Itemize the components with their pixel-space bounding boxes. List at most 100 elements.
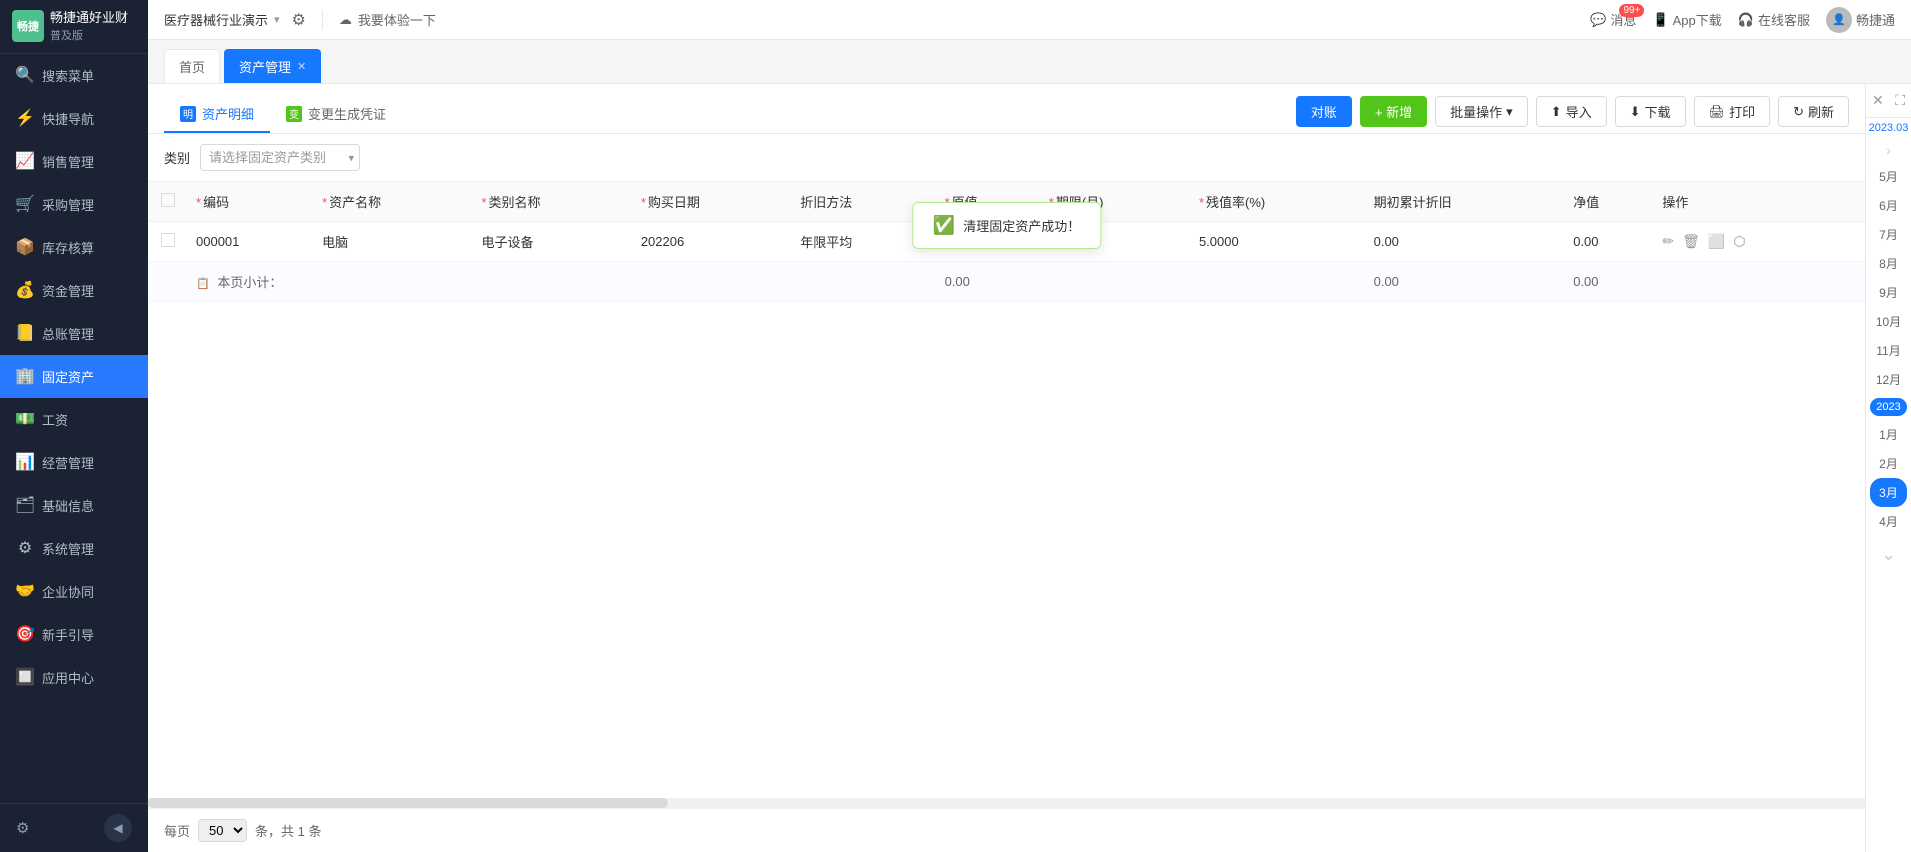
finance-icon: 💰 bbox=[16, 281, 34, 299]
sidebar-item-operations[interactable]: 📊 经营管理 bbox=[0, 441, 148, 484]
month-jun[interactable]: 6月 bbox=[1866, 191, 1911, 220]
sidebar-item-system[interactable]: ⚙ 系统管理 bbox=[0, 527, 148, 570]
sidebar-item-inventory[interactable]: 📦 库存核算 bbox=[0, 226, 148, 269]
basic-info-icon: 🗂 bbox=[16, 496, 34, 514]
subtab-asset-detail[interactable]: 明 资产明细 bbox=[164, 96, 270, 133]
online-service-button[interactable]: 🎧 在线客服 bbox=[1738, 10, 1810, 29]
row-initial-depreciation: 0.00 bbox=[1366, 222, 1566, 262]
month-nov[interactable]: 11月 bbox=[1866, 336, 1911, 365]
horizontal-scrollbar[interactable] bbox=[148, 798, 1865, 808]
sidebar-item-finance[interactable]: 💰 资金管理 bbox=[0, 269, 148, 312]
row-category: 电子设备 bbox=[473, 222, 632, 262]
print-button[interactable]: 🖨 打印 bbox=[1694, 96, 1771, 127]
month-oct[interactable]: 10月 bbox=[1866, 307, 1911, 336]
collapse-sidebar-button[interactable]: ◀ bbox=[104, 814, 132, 842]
select-all-checkbox[interactable] bbox=[161, 193, 175, 207]
th-initial-depreciation: 期初累计折旧 bbox=[1366, 182, 1566, 222]
th-residual-rate: 残值率(%) bbox=[1191, 182, 1366, 222]
sidebar-item-enterprise[interactable]: 🤝 企业协同 bbox=[0, 570, 148, 613]
topbar-right: 💬 消息 99+ 📱 App下载 🎧 在线客服 👤 畅捷通 bbox=[1590, 7, 1895, 33]
batch-button[interactable]: 批量操作 ▾ bbox=[1435, 96, 1528, 127]
logo-text-group: 畅捷通好业财 普及版 bbox=[50, 10, 128, 43]
user-avatar: 👤 bbox=[1826, 7, 1852, 33]
search-icon: 🔍 bbox=[16, 66, 34, 84]
refresh-label: 刷新 bbox=[1808, 102, 1834, 121]
app-download-button[interactable]: 📱 App下载 bbox=[1652, 10, 1721, 29]
scrollbar-thumb[interactable] bbox=[148, 798, 668, 808]
import-button[interactable]: ⬆ 导入 bbox=[1536, 96, 1607, 127]
sidebar-item-app-center[interactable]: 🔲 应用中心 bbox=[0, 656, 148, 699]
toast-success-icon: ✅ bbox=[933, 215, 955, 236]
pagination: 每页 50 条，共 1 条 bbox=[148, 808, 1865, 852]
tab-asset-management[interactable]: 资产管理 ✕ bbox=[224, 49, 321, 83]
download-button[interactable]: ⬇ 下载 bbox=[1615, 96, 1686, 127]
content-area: 明 资产明细 变 变更生成凭证 对账 + 新增 批量操作 ▾ ⬆ bbox=[148, 84, 1911, 852]
sidebar-item-basic-info[interactable]: 🗂 基础信息 bbox=[0, 484, 148, 527]
user-profile[interactable]: 👤 畅捷通 bbox=[1826, 7, 1895, 33]
message-icon: 💬 bbox=[1590, 12, 1606, 28]
th-operations: 操作 bbox=[1654, 182, 1865, 222]
sidebar-item-sales[interactable]: 📈 销售管理 bbox=[0, 140, 148, 183]
month-aug[interactable]: 8月 bbox=[1866, 249, 1911, 278]
add-button[interactable]: + 新增 bbox=[1360, 96, 1427, 127]
settings-icon[interactable]: ⚙ bbox=[16, 819, 29, 837]
topbar-settings-icon[interactable]: ⚙ bbox=[292, 10, 306, 30]
th-net-value: 净值 bbox=[1565, 182, 1654, 222]
operations-icon: 📊 bbox=[16, 453, 34, 471]
more-icon[interactable]: ⬡ bbox=[1733, 233, 1745, 250]
month-jul[interactable]: 7月 bbox=[1866, 220, 1911, 249]
filter-label: 类别 bbox=[164, 148, 190, 167]
right-panel-header: ✕ ⛶ bbox=[1866, 84, 1911, 118]
company-selector[interactable]: 医疗器械行业演示 ▾ bbox=[164, 10, 280, 29]
category-select[interactable]: 请选择固定资产类别 bbox=[200, 144, 360, 171]
sidebar-item-search[interactable]: 🔍 搜索菜单 bbox=[0, 54, 148, 97]
online-service-icon: 🎧 bbox=[1738, 12, 1754, 28]
month-sep[interactable]: 9月 bbox=[1866, 278, 1911, 307]
edit-icon[interactable]: ✏ bbox=[1662, 233, 1674, 250]
subtotal-residual-rate bbox=[1191, 262, 1366, 302]
per-page-select[interactable]: 50 bbox=[198, 819, 247, 842]
sidebar-item-purchase[interactable]: 🛒 采购管理 bbox=[0, 183, 148, 226]
tab-close-button[interactable]: ✕ bbox=[297, 60, 306, 73]
user-name: 畅捷通 bbox=[1856, 10, 1895, 29]
refresh-button[interactable]: ↻ 刷新 bbox=[1778, 96, 1849, 127]
category-filter[interactable]: 请选择固定资产类别 bbox=[200, 144, 360, 171]
tab-home[interactable]: 首页 bbox=[164, 49, 220, 83]
row-actions: ✏ 🗑 ⬜ ⬡ bbox=[1654, 222, 1865, 262]
account-button[interactable]: 对账 bbox=[1296, 96, 1352, 127]
close-panel-icon[interactable]: ✕ bbox=[1872, 92, 1884, 109]
fixed-assets-icon: 🏢 bbox=[16, 367, 34, 385]
subtab-change-voucher[interactable]: 变 变更生成凭证 bbox=[270, 96, 402, 133]
sidebar-item-guide[interactable]: 🎯 新手引导 bbox=[0, 613, 148, 656]
messages-button[interactable]: 💬 消息 99+ bbox=[1590, 10, 1636, 29]
expand-panel-icon[interactable]: ⛶ bbox=[1895, 92, 1905, 109]
sidebar-item-label: 采购管理 bbox=[42, 195, 94, 214]
month-may[interactable]: 5月 bbox=[1866, 162, 1911, 191]
sidebar-item-salary[interactable]: 💵 工资 bbox=[0, 398, 148, 441]
row-checkbox[interactable] bbox=[161, 233, 175, 247]
sidebar-bottom: ⚙ ◀ bbox=[0, 803, 148, 852]
month-feb[interactable]: 2月 bbox=[1866, 449, 1911, 478]
sidebar-item-fixed-assets[interactable]: 🏢 固定资产 bbox=[0, 355, 148, 398]
sidebar-item-quick-nav[interactable]: ⚡ 快捷导航 bbox=[0, 97, 148, 140]
subtab-change-voucher-label: 变更生成凭证 bbox=[308, 104, 386, 123]
tabbar: 首页 资产管理 ✕ bbox=[148, 40, 1911, 84]
sidebar-item-label: 系统管理 bbox=[42, 539, 94, 558]
sidebar-item-ledger[interactable]: 📒 总账管理 bbox=[0, 312, 148, 355]
current-year-badge: 2023 bbox=[1870, 398, 1906, 416]
month-mar[interactable]: 3月 bbox=[1870, 478, 1907, 507]
action-icons-group: ✏ 🗑 ⬜ ⬡ bbox=[1662, 233, 1857, 250]
salary-icon: 💵 bbox=[16, 410, 34, 428]
inventory-icon: 📦 bbox=[16, 238, 34, 256]
copy-icon[interactable]: ⬜ bbox=[1708, 233, 1725, 250]
per-page-label: 每页 bbox=[164, 821, 190, 840]
delete-icon[interactable]: 🗑 bbox=[1682, 233, 1700, 250]
sidebar-item-label: 总账管理 bbox=[42, 324, 94, 343]
month-dec[interactable]: 12月 bbox=[1866, 365, 1911, 394]
experience-button[interactable]: ☁ 我要体验一下 bbox=[339, 10, 436, 29]
tab-home-label: 首页 bbox=[179, 57, 205, 76]
month-apr[interactable]: 4月 bbox=[1866, 507, 1911, 536]
th-checkbox bbox=[148, 182, 188, 222]
month-jan[interactable]: 1月 bbox=[1866, 420, 1911, 449]
sidebar-item-label: 企业协同 bbox=[42, 582, 94, 601]
